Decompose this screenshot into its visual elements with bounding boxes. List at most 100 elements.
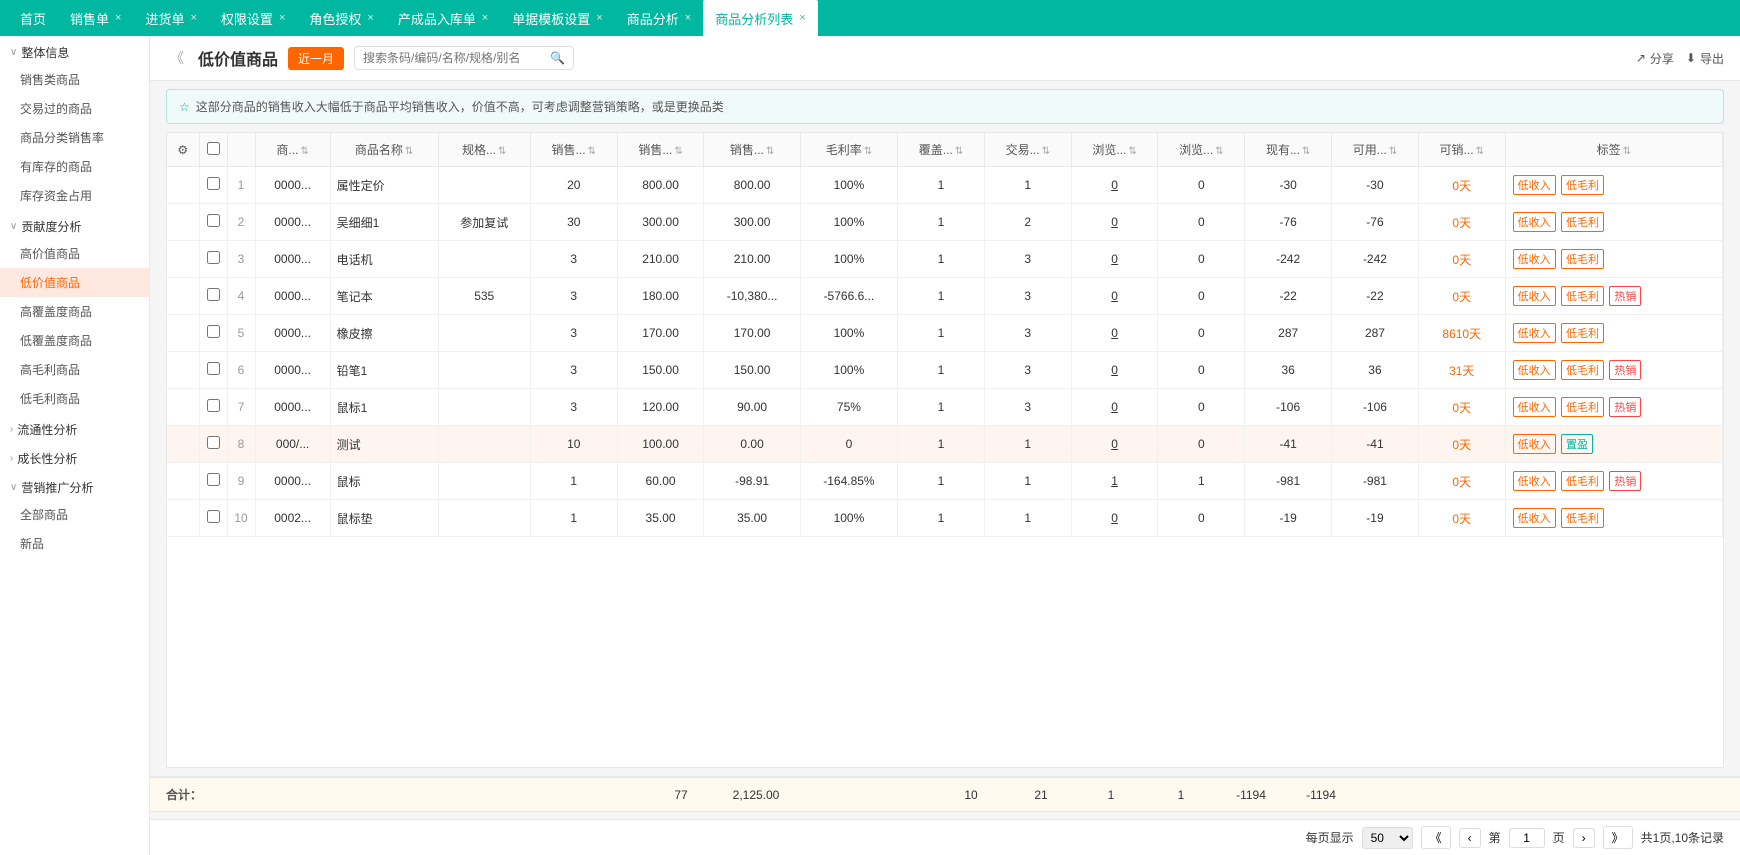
sidebar-item-high-value[interactable]: 高价值商品 — [0, 239, 149, 268]
cell-checkbox[interactable] — [199, 426, 227, 463]
row-checkbox[interactable] — [207, 214, 220, 227]
nav-product-analysis[interactable]: 商品分析 × — [615, 0, 703, 36]
cell-trade: 1 — [984, 167, 1071, 204]
sidebar-item-high-margin[interactable]: 高毛利商品 — [0, 355, 149, 384]
sidebar-group-marketing[interactable]: ∨ 营销推广分析 — [0, 471, 149, 500]
sidebar-item-all-goods[interactable]: 全部商品 — [0, 500, 149, 529]
column-name[interactable]: 商品名称⇅ — [330, 133, 438, 167]
sidebar-group-contribution[interactable]: ∨ 贡献度分析 — [0, 210, 149, 239]
browse-link[interactable]: 0 — [1111, 289, 1118, 303]
cell-checkbox[interactable] — [199, 315, 227, 352]
search-input[interactable] — [363, 51, 546, 65]
cell-stock: -30 — [1245, 167, 1332, 204]
browse-link[interactable]: 0 — [1111, 400, 1118, 414]
close-icon[interactable]: × — [115, 12, 121, 24]
column-gross[interactable]: 毛利率⇅ — [800, 133, 897, 167]
sidebar-group-liquidity[interactable]: › 流通性分析 — [0, 413, 149, 442]
browse-link[interactable]: 0 — [1111, 215, 1118, 229]
column-spec[interactable]: 规格...⇅ — [438, 133, 530, 167]
column-select-all[interactable] — [199, 133, 227, 167]
sidebar-item-category-sales-rate[interactable]: 商品分类销售率 — [0, 123, 149, 152]
close-icon[interactable]: × — [482, 12, 488, 24]
browse-link[interactable]: 0 — [1111, 437, 1118, 451]
sidebar-item-traded-goods[interactable]: 交易过的商品 — [0, 94, 149, 123]
browse-link[interactable]: 0 — [1111, 326, 1118, 340]
column-browse2[interactable]: 浏览...⇅ — [1158, 133, 1245, 167]
row-checkbox[interactable] — [207, 251, 220, 264]
export-button[interactable]: ⬇ 导出 — [1686, 50, 1724, 67]
cell-checkbox[interactable] — [199, 278, 227, 315]
row-checkbox[interactable] — [207, 325, 220, 338]
column-tags[interactable]: 标签⇅ — [1505, 133, 1722, 167]
browse-link[interactable]: 1 — [1111, 474, 1118, 488]
close-icon[interactable]: × — [799, 12, 805, 24]
filter-recent-month-button[interactable]: 近一月 — [288, 47, 344, 70]
sidebar-item-stock-capital[interactable]: 库存资金占用 — [0, 181, 149, 210]
nav-product-analysis-list[interactable]: 商品分析列表 × — [703, 0, 817, 36]
nav-role-auth[interactable]: 角色授权 × — [297, 0, 385, 36]
column-stock[interactable]: 现有...⇅ — [1245, 133, 1332, 167]
cell-checkbox[interactable] — [199, 352, 227, 389]
select-all-checkbox[interactable] — [207, 142, 220, 155]
current-page-input[interactable] — [1509, 828, 1545, 848]
cell-checkbox[interactable] — [199, 389, 227, 426]
column-saleable[interactable]: 可销...⇅ — [1418, 133, 1505, 167]
row-checkbox[interactable] — [207, 288, 220, 301]
row-checkbox[interactable] — [207, 399, 220, 412]
close-icon[interactable]: × — [279, 12, 285, 24]
sidebar-item-low-margin[interactable]: 低毛利商品 — [0, 384, 149, 413]
column-sale-avg[interactable]: 销售...⇅ — [704, 133, 800, 167]
sidebar-group-growth[interactable]: › 成长性分析 — [0, 442, 149, 471]
prev-page-button[interactable]: ‹ — [1459, 828, 1481, 848]
tag-low-margin: 低毛利 — [1561, 323, 1604, 343]
row-checkbox[interactable] — [207, 177, 220, 190]
browse-link[interactable]: 0 — [1111, 363, 1118, 377]
cell-checkbox[interactable] — [199, 241, 227, 278]
sidebar-item-high-coverage[interactable]: 高覆盖度商品 — [0, 297, 149, 326]
cell-checkbox[interactable] — [199, 167, 227, 204]
close-icon[interactable]: × — [596, 12, 602, 24]
nav-product-stock[interactable]: 产成品入库单 × — [386, 0, 500, 36]
row-checkbox[interactable] — [207, 510, 220, 523]
row-checkbox[interactable] — [207, 362, 220, 375]
column-avail[interactable]: 可用...⇅ — [1332, 133, 1419, 167]
cell-checkbox[interactable] — [199, 500, 227, 537]
sidebar-item-low-coverage[interactable]: 低覆盖度商品 — [0, 326, 149, 355]
browse-link[interactable]: 0 — [1111, 178, 1118, 192]
column-sale-amt[interactable]: 销售...⇅ — [617, 133, 704, 167]
first-page-button[interactable]: 《 — [1421, 826, 1451, 849]
browse-link[interactable]: 0 — [1111, 511, 1118, 525]
column-gear[interactable]: ⚙ — [167, 133, 199, 167]
last-page-button[interactable]: 》 — [1603, 826, 1633, 849]
sidebar-collapse-button[interactable]: 《 — [166, 48, 188, 68]
nav-home[interactable]: 首页 — [8, 0, 58, 36]
sidebar-group-overall[interactable]: ∨ 整体信息 — [0, 36, 149, 65]
close-icon[interactable]: × — [190, 12, 196, 24]
search-icon[interactable]: 🔍 — [550, 51, 565, 65]
close-icon[interactable]: × — [685, 12, 691, 24]
cell-checkbox[interactable] — [199, 204, 227, 241]
column-sale-qty[interactable]: 销售...⇅ — [530, 133, 617, 167]
sidebar-item-low-value[interactable]: 低价值商品 — [0, 268, 149, 297]
column-coverage[interactable]: 覆盖...⇅ — [898, 133, 985, 167]
nav-template-settings[interactable]: 单据模板设置 × — [500, 0, 614, 36]
scrollbar[interactable] — [150, 811, 1740, 819]
row-checkbox[interactable] — [207, 436, 220, 449]
cell-checkbox[interactable] — [199, 463, 227, 500]
browse-link[interactable]: 0 — [1111, 252, 1118, 266]
nav-purchase-order[interactable]: 进货单 × — [133, 0, 208, 36]
cell-sale-amt: 100.00 — [617, 426, 704, 463]
column-browse1[interactable]: 浏览...⇅ — [1071, 133, 1158, 167]
share-button[interactable]: ↗ 分享 — [1636, 50, 1674, 67]
sidebar-item-stocked-goods[interactable]: 有库存的商品 — [0, 152, 149, 181]
sidebar-item-sales-goods[interactable]: 销售类商品 — [0, 65, 149, 94]
column-trade[interactable]: 交易...⇅ — [984, 133, 1071, 167]
row-checkbox[interactable] — [207, 473, 220, 486]
sidebar-item-new-goods[interactable]: 新品 — [0, 529, 149, 558]
per-page-select[interactable]: 50 100 200 — [1362, 827, 1413, 849]
next-page-button[interactable]: › — [1573, 828, 1595, 848]
close-icon[interactable]: × — [367, 12, 373, 24]
nav-permissions[interactable]: 权限设置 × — [209, 0, 297, 36]
nav-sales-order[interactable]: 销售单 × — [58, 0, 133, 36]
column-code[interactable]: 商...⇅ — [255, 133, 330, 167]
